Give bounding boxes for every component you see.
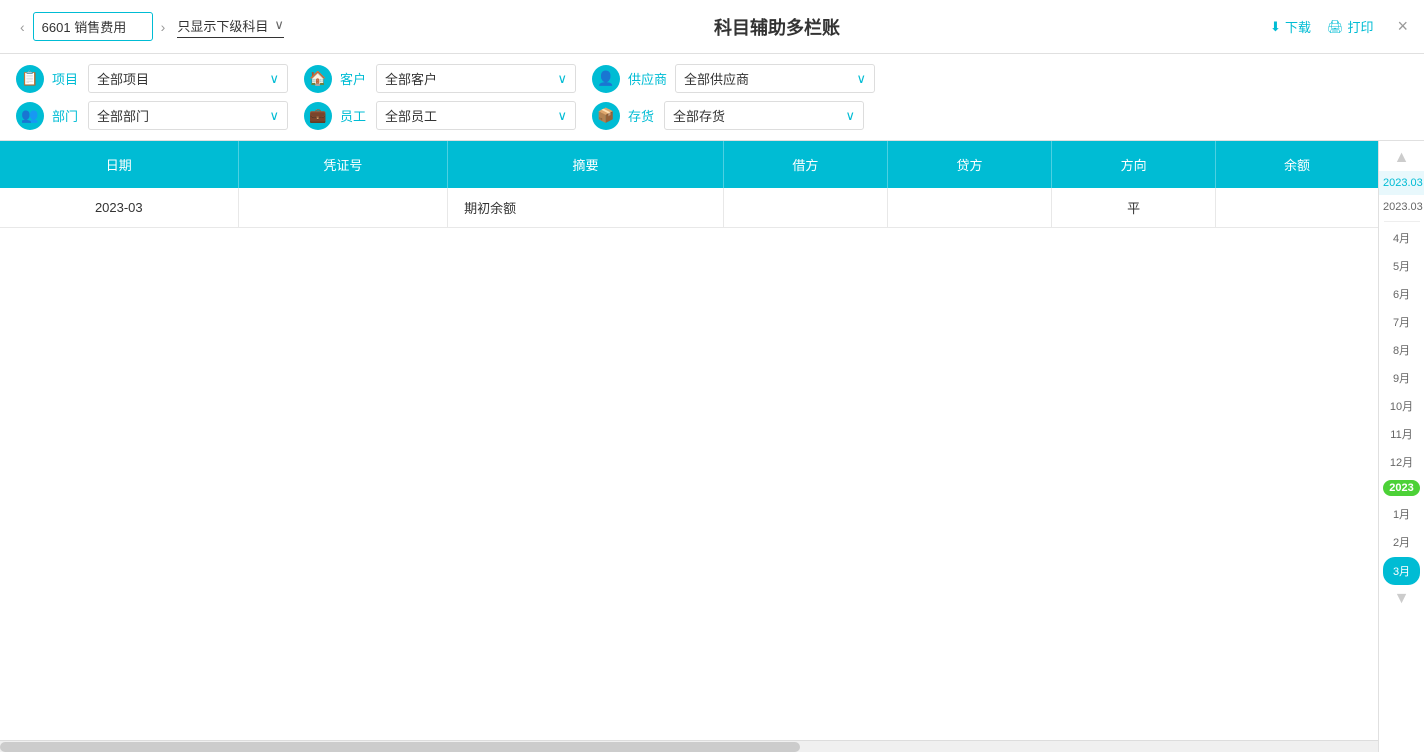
show-sub-toggle[interactable]: 只显示下级科目 ∨ (177, 16, 284, 38)
sidebar-period-5[interactable]: 5月 (1379, 252, 1424, 280)
supplier-icon: 👤 (592, 65, 620, 93)
col-balance: 余额 (1216, 141, 1378, 188)
inventory-select[interactable]: 全部存货 ∨ (664, 101, 864, 130)
chevron-down-icon: ∨ (269, 71, 279, 87)
download-icon: ⬇ (1270, 19, 1281, 35)
employee-value: 全部员工 (385, 106, 437, 125)
sidebar-period-4[interactable]: 4月 (1379, 224, 1424, 252)
table-header-row: 日期 凭证号 摘要 借方 贷方 方向 余额 (0, 141, 1378, 188)
supplier-select[interactable]: 全部供应商 ∨ (675, 64, 875, 93)
employee-icon: 💼 (304, 102, 332, 130)
header-bar: ‹ 6601 销售费用 › 只显示下级科目 ∨ 科目辅助多栏账 ⬇ 下载 🖨 打… (0, 0, 1424, 54)
sidebar-year-2023[interactable]: 2023 (1379, 476, 1424, 500)
nav-next-button[interactable]: › (157, 17, 170, 37)
inventory-filter: 📦 存货 全部存货 ∨ (592, 101, 864, 130)
col-credit: 贷方 (887, 141, 1051, 188)
department-label: 部门 (52, 106, 80, 125)
sidebar-period-10[interactable]: 10月 (1379, 392, 1424, 420)
inventory-icon: 📦 (592, 102, 620, 130)
department-select[interactable]: 全部部门 ∨ (88, 101, 288, 130)
nav-prev-button[interactable]: ‹ (16, 17, 29, 37)
inventory-value: 全部存货 (673, 106, 725, 125)
download-button[interactable]: ⬇ 下载 (1270, 17, 1311, 36)
right-sidebar: ▲ 2023.03 2023.03 4月 5月 6月 7月 8月 9月 10月 … (1378, 141, 1424, 752)
cell-voucher (238, 188, 447, 228)
table-row[interactable]: 2023-03 期初余额 平 (0, 188, 1378, 228)
chevron-down-icon: ∨ (269, 108, 279, 124)
customer-value: 全部客户 (385, 69, 437, 88)
col-debit: 借方 (723, 141, 887, 188)
sidebar-period-2023-03-1[interactable]: 2023.03 (1379, 171, 1424, 195)
department-filter: 👥 部门 全部部门 ∨ (16, 101, 288, 130)
project-label: 项目 (52, 69, 80, 88)
chevron-down-icon: ∨ (857, 71, 867, 87)
cell-date: 2023-03 (0, 188, 238, 228)
ledger-table: 日期 凭证号 摘要 借方 贷方 方向 余额 2023-03 (0, 141, 1378, 228)
scroll-thumb (0, 742, 800, 752)
employee-label: 员工 (340, 106, 368, 125)
project-filter: 📋 项目 全部项目 ∨ (16, 64, 288, 93)
supplier-filter: 👤 供应商 全部供应商 ∨ (592, 64, 875, 93)
print-icon: 🖨 (1327, 19, 1344, 35)
sidebar-scroll-down-button[interactable]: ▼ (1390, 586, 1414, 612)
page-title: 科目辅助多栏账 (284, 14, 1270, 40)
print-button[interactable]: 🖨 打印 (1327, 17, 1374, 36)
sidebar-period-12[interactable]: 12月 (1379, 448, 1424, 476)
supplier-label: 供应商 (628, 69, 667, 88)
sidebar-period-7[interactable]: 7月 (1379, 308, 1424, 336)
table-container[interactable]: 日期 凭证号 摘要 借方 贷方 方向 余额 2023-03 (0, 141, 1378, 740)
employee-filter: 💼 员工 全部员工 ∨ (304, 101, 576, 130)
department-value: 全部部门 (97, 106, 149, 125)
sidebar-period-9[interactable]: 9月 (1379, 364, 1424, 392)
chevron-down-icon: ∨ (274, 17, 284, 33)
download-label: 下载 (1285, 17, 1311, 36)
cell-debit (723, 188, 887, 228)
main-window: ‹ 6601 销售费用 › 只显示下级科目 ∨ 科目辅助多栏账 ⬇ 下载 🖨 打… (0, 0, 1424, 752)
sidebar-period-2[interactable]: 2月 (1379, 528, 1424, 556)
sidebar-period-3-current[interactable]: 3月 (1383, 557, 1420, 585)
cell-balance (1216, 188, 1378, 228)
show-sub-label: 只显示下级科目 (177, 16, 268, 35)
horizontal-scrollbar[interactable] (0, 740, 1378, 752)
col-direction: 方向 (1052, 141, 1216, 188)
header-actions: ⬇ 下载 🖨 打印 × (1270, 16, 1408, 37)
sidebar-period-2023-03-2[interactable]: 2023.03 (1379, 195, 1424, 219)
department-icon: 👥 (16, 102, 44, 130)
project-value: 全部项目 (97, 69, 149, 88)
cell-credit (887, 188, 1051, 228)
employee-select[interactable]: 全部员工 ∨ (376, 101, 576, 130)
close-button[interactable]: × (1397, 16, 1408, 37)
customer-filter: 🏠 客户 全部客户 ∨ (304, 64, 576, 93)
project-icon: 📋 (16, 65, 44, 93)
chevron-down-icon: ∨ (845, 108, 855, 124)
filter-bar: 📋 项目 全部项目 ∨ 🏠 客户 全部客户 ∨ 👤 供应商 (0, 54, 1424, 141)
cell-direction: 平 (1052, 188, 1216, 228)
filter-row-1: 📋 项目 全部项目 ∨ 🏠 客户 全部客户 ∨ 👤 供应商 (16, 64, 1408, 93)
col-voucher: 凭证号 (238, 141, 447, 188)
account-code-display: 6601 销售费用 (33, 12, 153, 41)
sidebar-divider-1 (1384, 221, 1420, 222)
supplier-value: 全部供应商 (684, 69, 749, 88)
cell-summary: 期初余额 (448, 188, 724, 228)
content-wrapper: 日期 凭证号 摘要 借方 贷方 方向 余额 2023-03 (0, 141, 1424, 752)
sidebar-period-11[interactable]: 11月 (1379, 420, 1424, 448)
inventory-label: 存货 (628, 106, 656, 125)
sidebar-period-6[interactable]: 6月 (1379, 280, 1424, 308)
customer-label: 客户 (340, 69, 368, 88)
sidebar-period-1[interactable]: 1月 (1379, 500, 1424, 528)
sidebar-period-8[interactable]: 8月 (1379, 336, 1424, 364)
sidebar-scroll-up-button[interactable]: ▲ (1390, 145, 1414, 171)
main-area: 日期 凭证号 摘要 借方 贷方 方向 余额 2023-03 (0, 141, 1378, 752)
chevron-down-icon: ∨ (557, 71, 567, 87)
chevron-down-icon: ∨ (557, 108, 567, 124)
print-label: 打印 (1347, 17, 1373, 36)
project-select[interactable]: 全部项目 ∨ (88, 64, 288, 93)
filter-row-2: 👥 部门 全部部门 ∨ 💼 员工 全部员工 ∨ 📦 存货 (16, 101, 1408, 130)
col-date: 日期 (0, 141, 238, 188)
customer-select[interactable]: 全部客户 ∨ (376, 64, 576, 93)
col-summary: 摘要 (448, 141, 724, 188)
customer-icon: 🏠 (304, 65, 332, 93)
year-badge: 2023 (1383, 480, 1419, 496)
